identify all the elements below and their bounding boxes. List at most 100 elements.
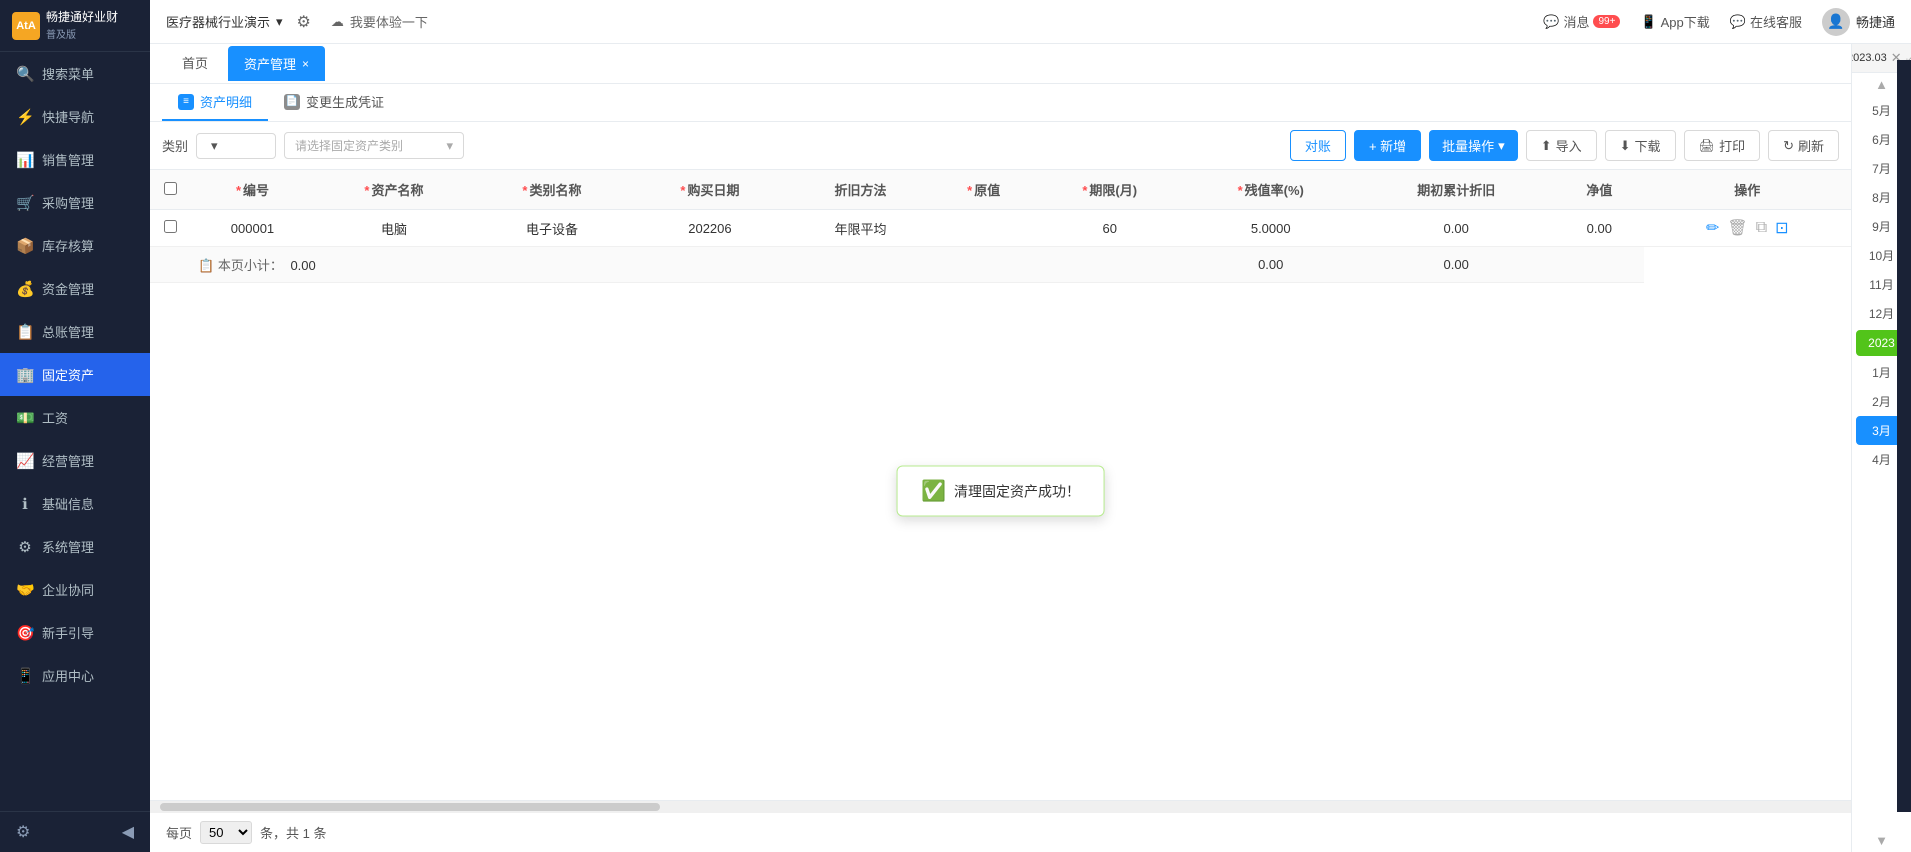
- sidebar-item-search[interactable]: 🔍 搜索菜单: [0, 52, 150, 95]
- cal-scroll-down[interactable]: ▼: [1852, 829, 1911, 852]
- operations-icon: 📈: [16, 452, 34, 470]
- row-period: 60: [1035, 210, 1184, 247]
- sidebar-item-guide[interactable]: 🎯 新手引导: [0, 611, 150, 654]
- sub-tab-change-voucher-label: 变更生成凭证: [306, 92, 384, 111]
- guide-icon: 🎯: [16, 624, 34, 642]
- row-depreciation: 年限平均: [789, 210, 932, 247]
- tab-home[interactable]: 首页: [166, 45, 224, 82]
- sidebar-item-label: 经营管理: [42, 451, 94, 470]
- sidebar-item-label: 资金管理: [42, 279, 94, 298]
- sidebar-item-enterprise[interactable]: 🤝 企业协同: [0, 568, 150, 611]
- edit-icon[interactable]: ✏: [1706, 218, 1719, 238]
- print-btn[interactable]: 🖨 打印: [1684, 130, 1761, 161]
- sidebar-item-label: 新手引导: [42, 623, 94, 642]
- copy-icon[interactable]: ⧉: [1756, 219, 1767, 237]
- category-select[interactable]: ▾: [196, 133, 276, 159]
- row-net-value: 0.00: [1555, 210, 1643, 247]
- col-purchase-date: *购买日期: [631, 170, 789, 210]
- add-btn[interactable]: + 新增: [1354, 130, 1421, 161]
- action-icons: ✏ 🗑 ⧉ ⊡: [1652, 218, 1843, 238]
- sidebar-item-funds[interactable]: 💰 资金管理: [0, 267, 150, 310]
- scrollbar-thumb[interactable]: [160, 803, 660, 811]
- settings-icon[interactable]: ⚙: [16, 822, 30, 842]
- col-name: *资产名称: [315, 170, 473, 210]
- chevron-down-icon: ▾: [446, 138, 453, 154]
- sidebar-item-fixed-assets[interactable]: 🏢 固定资产: [0, 353, 150, 396]
- tab-home-label: 首页: [182, 56, 208, 71]
- sub-tab-change-voucher[interactable]: 📄 变更生成凭证: [268, 84, 400, 121]
- sidebar-scroll-track: [1897, 60, 1911, 812]
- page-content: 首页 资产管理 × ≡ 资产明细 📄 变更生成凭证: [150, 44, 1851, 852]
- purchase-icon: 🛒: [16, 194, 34, 212]
- sidebar-item-app-center[interactable]: 📱 应用中心: [0, 654, 150, 697]
- user-menu[interactable]: 👤 畅捷通: [1822, 8, 1895, 36]
- row-initial-accumulated: 0.00: [1357, 210, 1555, 247]
- sidebar-item-sales[interactable]: 📊 销售管理: [0, 138, 150, 181]
- horizontal-scrollbar[interactable]: [150, 800, 1851, 812]
- col-residual-rate: *残值率(%): [1184, 170, 1357, 210]
- category-placeholder: 请选择固定资产类别: [295, 137, 403, 154]
- sub-tab-asset-detail[interactable]: ≡ 资产明细: [162, 84, 268, 121]
- tab-close-icon[interactable]: ×: [302, 57, 309, 71]
- sidebar-item-purchase[interactable]: 🛒 采购管理: [0, 181, 150, 224]
- sidebar-item-payroll[interactable]: 💵 工资: [0, 396, 150, 439]
- sidebar-item-label: 采购管理: [42, 193, 94, 212]
- row-residual-rate: 5.0000: [1184, 210, 1357, 247]
- sidebar-item-quick-nav[interactable]: ⚡ 快捷导航: [0, 95, 150, 138]
- service-icon: 💬: [1730, 14, 1746, 30]
- collapse-icon[interactable]: ◀: [122, 822, 134, 842]
- sidebar-item-inventory[interactable]: 📦 库存核算: [0, 224, 150, 267]
- sidebar-item-operations[interactable]: 📈 经营管理: [0, 439, 150, 482]
- import-btn[interactable]: ⬆ 导入: [1526, 130, 1597, 161]
- avatar: 👤: [1822, 8, 1850, 36]
- per-page-select[interactable]: 50 100 200: [200, 821, 252, 844]
- content-area: 首页 资产管理 × ≡ 资产明细 📄 变更生成凭证: [150, 44, 1911, 852]
- sidebar-item-system[interactable]: ⚙ 系统管理: [0, 525, 150, 568]
- subtotal-label: 📋 本页小计： 0.00: [190, 247, 932, 283]
- download-btn[interactable]: ⬇ 下载: [1605, 130, 1676, 161]
- refresh-icon: ↻: [1783, 138, 1794, 154]
- messages-btn[interactable]: 💬 消息 99+: [1543, 12, 1620, 31]
- category-input[interactable]: 请选择固定资产类别 ▾: [284, 132, 464, 159]
- topbar: 医疗器械行业演示 ▾ ⚙ ☁ 我要体验一下 💬 消息 99+ 📱 App下载 💬…: [150, 0, 1911, 44]
- refresh-btn[interactable]: ↻ 刷新: [1768, 130, 1839, 161]
- sidebar-item-label: 库存核算: [42, 236, 94, 255]
- sidebar-item-label: 销售管理: [42, 150, 94, 169]
- col-code: *编号: [190, 170, 315, 210]
- download-label: 下载: [1635, 136, 1661, 155]
- experience-btn[interactable]: ☁ 我要体验一下: [331, 12, 428, 31]
- tab-bar: 首页 资产管理 ×: [150, 44, 1851, 84]
- sidebar-item-label: 固定资产: [42, 365, 94, 384]
- batch-ops-btn[interactable]: 批量操作 ▾: [1429, 130, 1518, 161]
- sidebar-item-basic-info[interactable]: ℹ 基础信息: [0, 482, 150, 525]
- reconcile-btn[interactable]: 对账: [1290, 130, 1346, 161]
- row-checkbox[interactable]: [164, 220, 177, 233]
- app-download-btn[interactable]: 📱 App下载: [1640, 12, 1709, 31]
- more-icon[interactable]: ⊡: [1775, 218, 1788, 238]
- sub-tab-asset-detail-label: 资产明细: [200, 92, 252, 111]
- sales-icon: 📊: [16, 151, 34, 169]
- tab-asset-management[interactable]: 资产管理 ×: [228, 46, 325, 81]
- category-filter-label: 类别: [162, 136, 188, 155]
- print-icon: 🖨: [1699, 138, 1716, 154]
- body-card: ≡ 资产明细 📄 变更生成凭证 类别 ▾: [150, 84, 1851, 852]
- company-settings-icon[interactable]: ⚙: [297, 12, 311, 32]
- select-all-checkbox[interactable]: [164, 182, 177, 195]
- sidebar-item-label: 搜索菜单: [42, 64, 94, 83]
- toolbar-left: 类别 ▾ 请选择固定资产类别 ▾: [162, 132, 1282, 159]
- sidebar: AtA 畅捷通好业财 普及版 🔍 搜索菜单 ⚡ 快捷导航 📊 销售管理 🛒 采购…: [0, 0, 150, 852]
- select-all-header[interactable]: [150, 170, 190, 210]
- system-icon: ⚙: [16, 538, 34, 556]
- sidebar-item-ledger[interactable]: 📋 总账管理: [0, 310, 150, 353]
- table-section: *编号 *资产名称 *类别名称 *购买日期 折旧方法 *原值 *期限(月) *残…: [150, 170, 1851, 812]
- search-icon: 🔍: [16, 65, 34, 83]
- company-selector[interactable]: 医疗器械行业演示 ▾: [166, 12, 283, 31]
- toolbar: 类别 ▾ 请选择固定资产类别 ▾ 对账: [150, 122, 1851, 170]
- row-checkbox-cell[interactable]: [150, 210, 190, 247]
- delete-icon[interactable]: 🗑: [1727, 218, 1747, 238]
- chevron-down-icon: ▾: [276, 14, 283, 30]
- sidebar-item-label: 快捷导航: [42, 107, 94, 126]
- sidebar-item-label: 工资: [42, 408, 68, 427]
- topbar-actions: 💬 消息 99+ 📱 App下载 💬 在线客服 👤 畅捷通: [1543, 8, 1895, 36]
- online-service-btn[interactable]: 💬 在线客服: [1730, 12, 1802, 31]
